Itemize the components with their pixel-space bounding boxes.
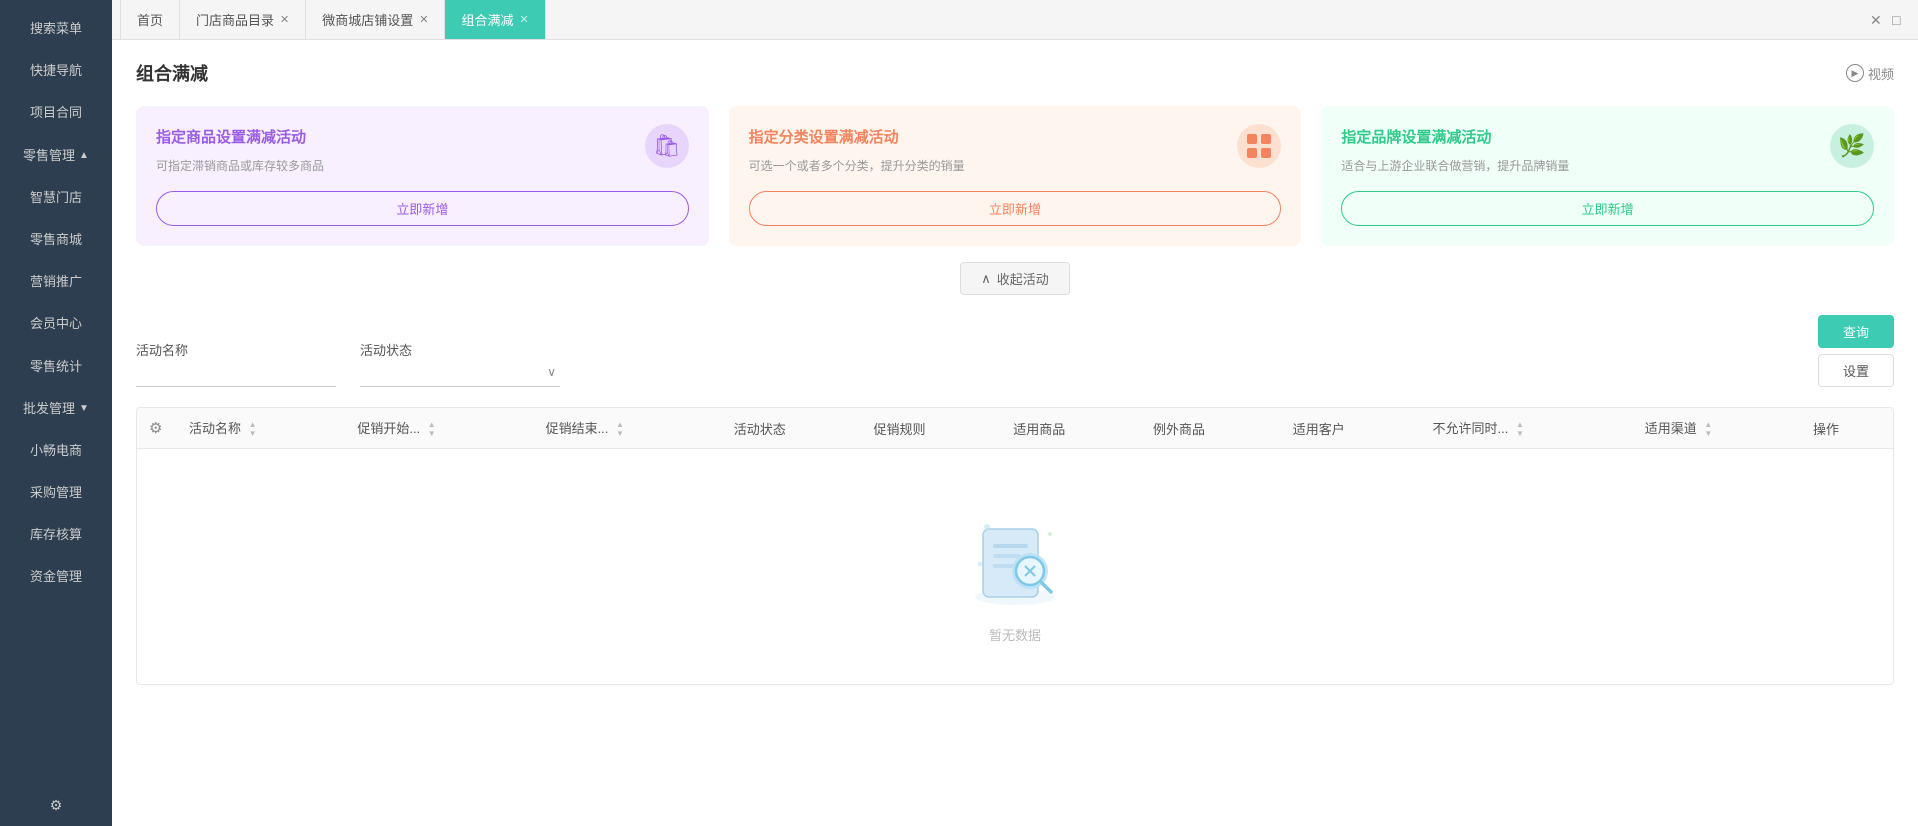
card-brand-icon: 🌿: [1830, 124, 1874, 168]
card-category-desc: 可选一个或者多个分类，提升分类的销量: [749, 157, 1282, 175]
sidebar-item-wholesale[interactable]: 批发管理 ▼: [0, 388, 112, 430]
th-except: 例外商品: [1141, 408, 1281, 449]
tab-product-catalog[interactable]: 门店商品目录 ✕: [180, 0, 306, 39]
close-tab-combo-discount-icon[interactable]: ✕: [520, 13, 529, 26]
retail-arrow-icon: ▲: [79, 149, 89, 163]
close-tab-wechat-settings-icon[interactable]: ✕: [419, 13, 428, 26]
th-status: 活动状态: [722, 408, 862, 449]
sidebar-item-purchasing[interactable]: 采购管理: [0, 472, 112, 514]
sidebar-item-xiaochangec[interactable]: 小畅电商: [0, 430, 112, 472]
card-goods: 🛍 指定商品设置满减活动 可指定滞销商品或库存较多商品 立即新增: [136, 106, 709, 246]
th-goods: 适用商品: [1001, 408, 1141, 449]
sort-name-icon: ▲▼: [249, 421, 257, 438]
sort-start-icon: ▲▼: [428, 421, 436, 438]
tab-home[interactable]: 首页: [120, 0, 180, 39]
th-rule: 促销规则: [862, 408, 1002, 449]
sidebar-item-retail[interactable]: 零售管理 ▲: [0, 135, 112, 177]
empty-icon: [955, 509, 1075, 609]
cards-row: 🛍 指定商品设置满减活动 可指定滞销商品或库存较多商品 立即新增 指定分类设置满…: [136, 106, 1894, 246]
sort-end-icon: ▲▼: [616, 421, 624, 438]
settings-btn[interactable]: 设置: [1818, 354, 1894, 387]
maximize-window-btn[interactable]: □: [1892, 13, 1906, 27]
tab-bar: 首页 门店商品目录 ✕ 微商城店铺设置 ✕ 组合满减 ✕ ✕ □: [112, 0, 1918, 40]
sidebar: 搜索菜单 快捷导航 项目合同 零售管理 ▲ 智慧门店 零售商城 营销推广 会员中…: [0, 0, 112, 826]
activity-name-field: 活动名称: [136, 340, 336, 387]
window-controls: ✕ □: [1870, 13, 1910, 27]
sidebar-item-retail-mall[interactable]: 零售商城: [0, 219, 112, 261]
card-goods-btn[interactable]: 立即新增: [156, 191, 689, 226]
collapse-activity-btn[interactable]: ∧ 收起活动: [960, 262, 1070, 295]
card-brand: 🌿 指定品牌设置满减活动 适合与上游企业联合做营销，提升品牌销量 立即新增: [1321, 106, 1894, 246]
th-end[interactable]: 促销结束... ▲▼: [534, 408, 722, 449]
card-goods-desc: 可指定滞销商品或库存较多商品: [156, 157, 689, 175]
card-category-title: 指定分类设置满减活动: [749, 126, 1282, 147]
card-goods-title: 指定商品设置满减活动: [156, 126, 689, 147]
th-channel[interactable]: 适用渠道 ▲▼: [1633, 408, 1801, 449]
empty-row: 暂无数据: [137, 449, 1893, 685]
video-link[interactable]: ▶ 视频: [1846, 64, 1894, 83]
sidebar-item-search[interactable]: 搜索菜单: [0, 8, 112, 50]
search-bar: 活动名称 活动状态 进行中 已结束 未开始 ∨ 查询 设置: [136, 315, 1894, 387]
sidebar-settings-btn[interactable]: ⚙: [0, 785, 112, 826]
card-brand-title: 指定品牌设置满减活动: [1341, 126, 1874, 147]
sidebar-item-shortcuts[interactable]: 快捷导航: [0, 50, 112, 92]
collapse-bar: ∧ 收起活动: [136, 262, 1894, 295]
th-customer: 适用客户: [1281, 408, 1421, 449]
wholesale-arrow-icon: ▼: [79, 402, 89, 416]
content-area: 组合满减 ▶ 视频 🛍 指定商品设置满减活动 可指定滞销商品或库存较多商品 立即…: [112, 40, 1918, 826]
empty-text: 暂无数据: [989, 625, 1041, 644]
table-header-row: ⚙ 活动名称 ▲▼ 促销开始... ▲▼ 促销结束... ▲▼: [137, 408, 1893, 449]
activity-status-field: 活动状态 进行中 已结束 未开始 ∨: [360, 340, 560, 387]
tab-wechat-settings[interactable]: 微商城店铺设置 ✕: [306, 0, 445, 39]
collapse-icon: ∧: [981, 271, 991, 287]
th-action: 操作: [1801, 408, 1893, 449]
query-btn[interactable]: 查询: [1818, 315, 1894, 348]
gear-icon: ⚙: [50, 797, 63, 813]
close-window-btn[interactable]: ✕: [1870, 13, 1884, 27]
th-no-overlap[interactable]: 不允许同时... ▲▼: [1421, 408, 1633, 449]
data-table-wrap: ⚙ 活动名称 ▲▼ 促销开始... ▲▼ 促销结束... ▲▼: [136, 407, 1894, 685]
card-category-btn[interactable]: 立即新增: [749, 191, 1282, 226]
activity-status-label: 活动状态: [360, 340, 560, 359]
activity-name-label: 活动名称: [136, 340, 336, 359]
activity-status-select[interactable]: 进行中 已结束 未开始: [360, 363, 560, 387]
sort-channel-icon: ▲▼: [1704, 421, 1712, 438]
card-brand-desc: 适合与上游企业联合做营销，提升品牌销量: [1341, 157, 1874, 175]
tab-combo-discount[interactable]: 组合满减 ✕: [445, 0, 545, 39]
card-goods-icon: 🛍: [645, 124, 689, 168]
empty-state: 暂无数据: [137, 449, 1893, 684]
main-area: 首页 门店商品目录 ✕ 微商城店铺设置 ✕ 组合满减 ✕ ✕ □ 组合满减 ▶ …: [112, 0, 1918, 826]
sidebar-item-retail-stats[interactable]: 零售统计: [0, 346, 112, 388]
sidebar-item-members[interactable]: 会员中心: [0, 303, 112, 345]
sidebar-item-smart-store[interactable]: 智慧门店: [0, 177, 112, 219]
table-gear-icon[interactable]: ⚙: [149, 420, 162, 437]
page-header: 组合满减 ▶ 视频: [136, 60, 1894, 86]
data-table: ⚙ 活动名称 ▲▼ 促销开始... ▲▼ 促销结束... ▲▼: [137, 408, 1893, 684]
page-title: 组合满减: [136, 60, 208, 86]
video-icon: ▶: [1846, 64, 1864, 82]
table-body: 暂无数据: [137, 449, 1893, 685]
card-brand-btn[interactable]: 立即新增: [1341, 191, 1874, 226]
activity-name-input[interactable]: [136, 363, 336, 387]
th-gear: ⚙: [137, 408, 177, 449]
sidebar-item-marketing[interactable]: 营销推广: [0, 261, 112, 303]
close-tab-product-catalog-icon[interactable]: ✕: [280, 13, 289, 26]
th-name[interactable]: 活动名称 ▲▼: [177, 408, 345, 449]
sidebar-item-finance[interactable]: 资金管理: [0, 556, 112, 598]
card-category: 指定分类设置满减活动 可选一个或者多个分类，提升分类的销量 立即新增: [729, 106, 1302, 246]
sidebar-item-inventory[interactable]: 库存核算: [0, 514, 112, 556]
search-actions: 查询 设置: [1818, 315, 1894, 387]
th-start[interactable]: 促销开始... ▲▼: [345, 408, 533, 449]
sidebar-item-contracts[interactable]: 项目合同: [0, 92, 112, 134]
sort-no-overlap-icon: ▲▼: [1516, 421, 1524, 438]
